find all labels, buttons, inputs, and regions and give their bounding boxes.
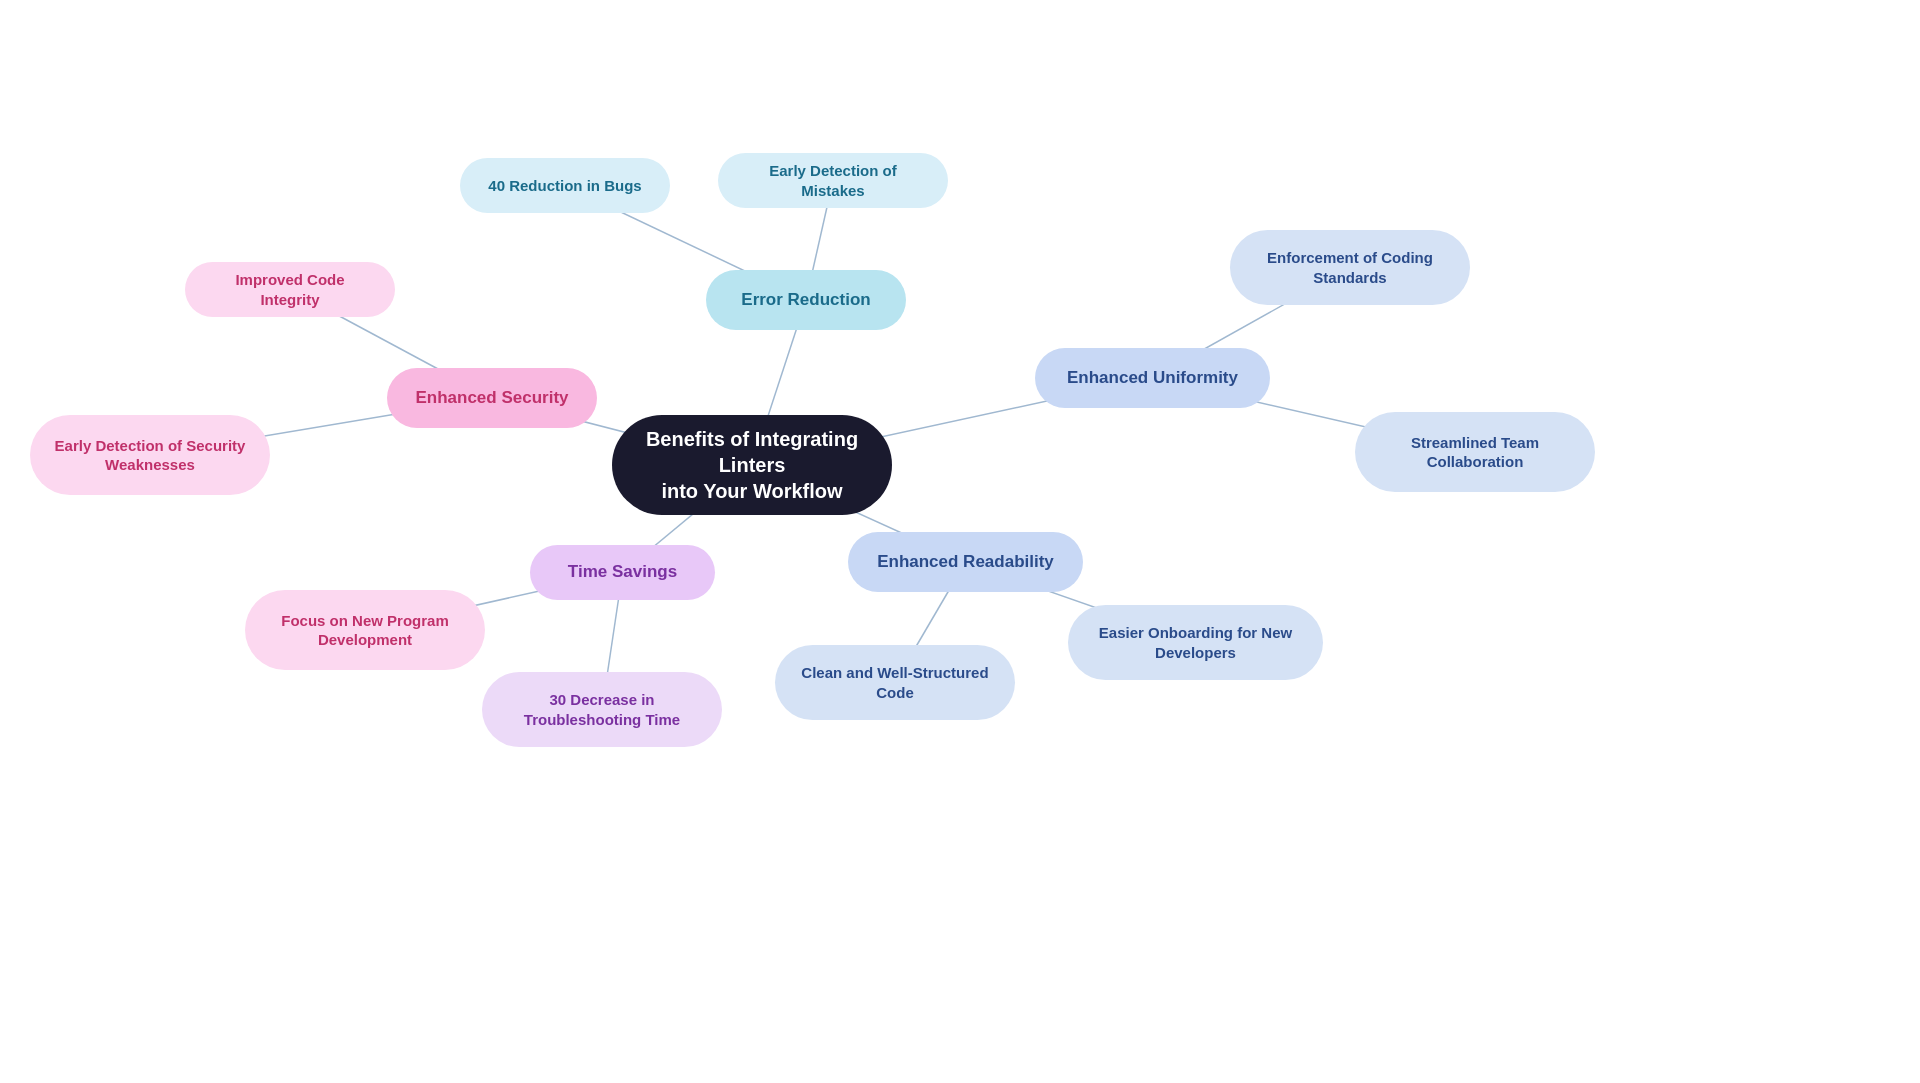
node-time-savings: Time Savings <box>530 545 715 600</box>
node-enhanced-readability: Enhanced Readability <box>848 532 1083 592</box>
label-easier-onboarding: Easier Onboarding for New Developers <box>1090 623 1301 662</box>
label-enforcement-coding: Enforcement of Coding Standards <box>1252 248 1448 287</box>
node-early-detection-mistakes: Early Detection of Mistakes <box>718 153 948 208</box>
label-reduction-bugs: 40 Reduction in Bugs <box>488 176 641 196</box>
node-decrease-troubleshooting: 30 Decrease in Troubleshooting Time <box>482 672 722 747</box>
node-error-reduction: Error Reduction <box>706 270 906 330</box>
label-focus-new-program: Focus on New Program Development <box>267 611 463 650</box>
label-early-detection-mistakes: Early Detection of Mistakes <box>740 161 926 200</box>
node-easier-onboarding: Easier Onboarding for New Developers <box>1068 605 1323 680</box>
label-time-savings: Time Savings <box>568 561 677 583</box>
node-focus-new-program: Focus on New Program Development <box>245 590 485 670</box>
center-node: Benefits of Integrating Linters into You… <box>612 415 892 515</box>
label-early-detection-security: Early Detection of Security Weaknesses <box>52 436 248 475</box>
node-enforcement-coding: Enforcement of Coding Standards <box>1230 230 1470 305</box>
label-clean-well-structured: Clean and Well-Structured Code <box>797 663 993 702</box>
label-enhanced-security: Enhanced Security <box>415 387 568 409</box>
label-enhanced-uniformity: Enhanced Uniformity <box>1067 367 1238 389</box>
node-reduction-bugs: 40 Reduction in Bugs <box>460 158 670 213</box>
node-enhanced-uniformity: Enhanced Uniformity <box>1035 348 1270 408</box>
center-label: Benefits of Integrating Linters into You… <box>634 426 870 504</box>
node-improved-code-integrity: Improved Code Integrity <box>185 262 395 317</box>
node-early-detection-security: Early Detection of Security Weaknesses <box>30 415 270 495</box>
node-clean-well-structured: Clean and Well-Structured Code <box>775 645 1015 720</box>
node-enhanced-security: Enhanced Security <box>387 368 597 428</box>
label-enhanced-readability: Enhanced Readability <box>877 551 1054 573</box>
label-decrease-troubleshooting: 30 Decrease in Troubleshooting Time <box>504 690 700 729</box>
label-error-reduction: Error Reduction <box>741 289 870 311</box>
label-streamlined-team: Streamlined Team Collaboration <box>1377 433 1573 472</box>
node-streamlined-team: Streamlined Team Collaboration <box>1355 412 1595 492</box>
label-improved-code-integrity: Improved Code Integrity <box>207 270 373 309</box>
